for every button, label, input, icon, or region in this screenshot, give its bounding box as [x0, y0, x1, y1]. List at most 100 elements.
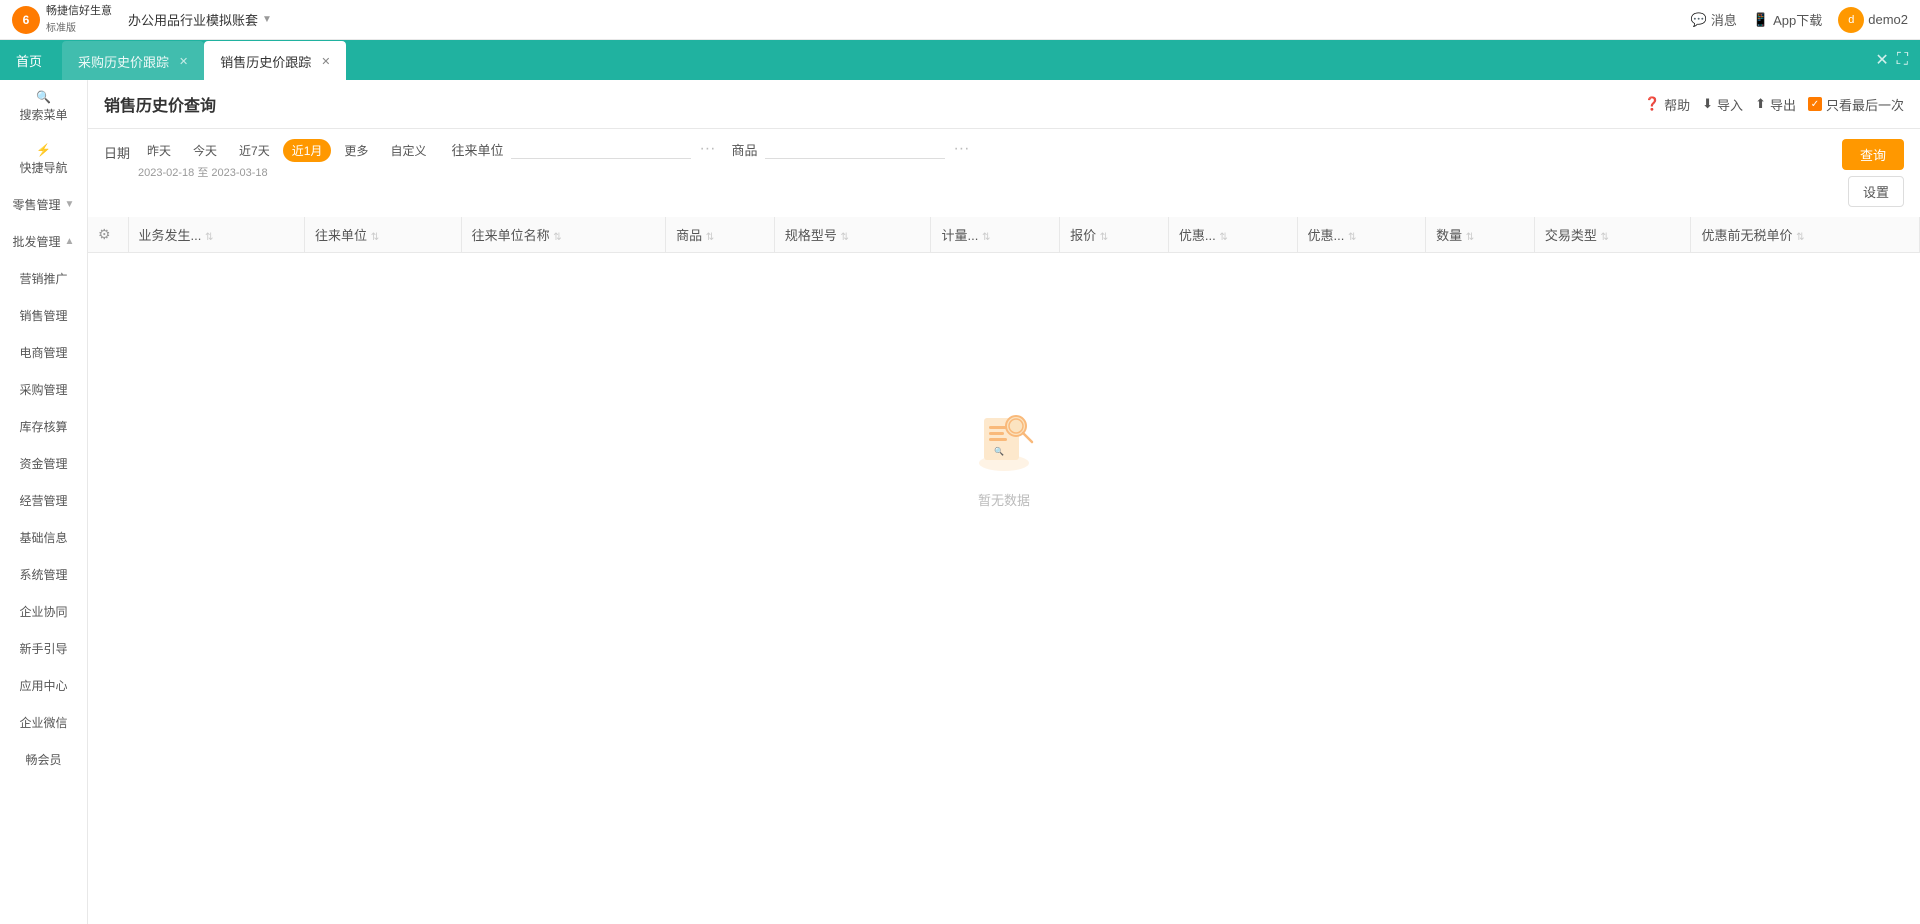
col-discount-amt[interactable]: 优惠... ⇅	[1297, 217, 1426, 253]
sidebar-item-sales-mgmt[interactable]: 销售管理	[0, 297, 87, 334]
sidebar-label-app-center: 应用中心	[19, 677, 67, 694]
sidebar-item-retail-mgmt[interactable]: 零售管理 ▼	[0, 186, 87, 223]
logo-sub: 标准版	[46, 19, 112, 34]
sidebar-item-system-mgmt[interactable]: 系统管理	[0, 556, 87, 593]
only-last-checkbox[interactable]: ✓	[1808, 97, 1822, 111]
user-action[interactable]: d demo2	[1838, 7, 1908, 33]
date-btn-today[interactable]: 今天	[184, 139, 226, 162]
sort-unit-icon: ⇅	[982, 232, 990, 243]
empty-icon: 🔍	[964, 398, 1044, 478]
date-btn-yesterday[interactable]: 昨天	[138, 139, 180, 162]
date-filter-label: 日期	[104, 139, 130, 162]
app-title: 办公用品行业模拟账套	[128, 10, 258, 29]
message-action[interactable]: 💬 消息	[1691, 10, 1737, 29]
col-pre-tax-price[interactable]: 优惠前无税单价 ⇅	[1691, 217, 1920, 253]
table-header: ⚙ 业务发生... ⇅ 往来单位 ⇅ 往来单位名称 ⇅	[88, 217, 1920, 253]
sidebar-label-retail-mgmt: 零售管理	[13, 196, 61, 213]
col-biz-date[interactable]: 业务发生... ⇅	[128, 217, 305, 253]
sidebar-label-quick-nav: 快捷导航	[19, 159, 67, 176]
col-discount-amt-label: 优惠...	[1308, 228, 1345, 243]
sidebar-item-basic-info[interactable]: 基础信息	[0, 519, 87, 556]
settings-gear-icon[interactable]: ⚙	[98, 226, 111, 242]
sidebar-item-quick-nav[interactable]: ⚡ 快捷导航	[0, 133, 87, 186]
sort-trade-type-icon: ⇅	[1601, 232, 1609, 243]
col-quantity-label: 数量	[1436, 228, 1462, 243]
goods-filter-dots[interactable]: ···	[953, 140, 969, 158]
help-action[interactable]: ❓ 帮助	[1644, 95, 1690, 114]
col-spec-label: 规格型号	[785, 228, 837, 243]
tab-bar: 首页 采购历史价跟踪 ✕ 销售历史价跟踪 ✕ ✕ ⛶	[0, 40, 1920, 80]
message-label: 消息	[1711, 10, 1737, 29]
col-spec[interactable]: 规格型号 ⇅	[774, 217, 931, 253]
message-icon: 💬	[1691, 12, 1707, 28]
close-purchase-tab-icon[interactable]: ✕	[179, 55, 188, 68]
query-button[interactable]: 查询	[1842, 139, 1904, 170]
sidebar-item-app-center[interactable]: 应用中心	[0, 667, 87, 704]
setting-button[interactable]: 设置	[1848, 176, 1904, 207]
partner-filter-input[interactable]	[511, 139, 691, 159]
sidebar-item-member[interactable]: 畅会员	[0, 741, 87, 778]
sort-partner-name-icon: ⇅	[553, 232, 561, 243]
partner-filter-dots[interactable]: ···	[699, 140, 715, 158]
sidebar-item-enterprise-wechat[interactable]: 企业微信	[0, 704, 87, 741]
sidebar-item-wholesale-mgmt[interactable]: 批发管理 ▲	[0, 223, 87, 260]
sidebar-item-ecommerce-mgmt[interactable]: 电商管理	[0, 334, 87, 371]
tab-bar-actions: ✕ ⛶	[1875, 50, 1920, 70]
col-discount-rate[interactable]: 优惠... ⇅	[1168, 217, 1297, 253]
col-quote[interactable]: 报价 ⇅	[1060, 217, 1169, 253]
col-pre-tax-price-label: 优惠前无税单价	[1701, 228, 1792, 243]
date-btn-7days[interactable]: 近7天	[230, 139, 279, 162]
tab-purchase-history[interactable]: 采购历史价跟踪 ✕	[62, 41, 204, 81]
only-last-checkbox-group[interactable]: ✓ 只看最后一次	[1808, 95, 1904, 114]
sidebar-item-finance-mgmt[interactable]: 资金管理	[0, 445, 87, 482]
sidebar-item-purchase-mgmt[interactable]: 采购管理	[0, 371, 87, 408]
sidebar-label-finance-mgmt: 资金管理	[19, 455, 67, 472]
goods-filter-input[interactable]	[765, 139, 945, 159]
search-menu-icon: 🔍	[36, 90, 51, 104]
help-label: 帮助	[1664, 95, 1690, 114]
import-icon: ⬇	[1702, 96, 1713, 112]
col-unit[interactable]: 计量... ⇅	[931, 217, 1060, 253]
tab-sales-history[interactable]: 销售历史价跟踪 ✕	[204, 41, 346, 81]
logo-icon: 6	[12, 6, 40, 34]
import-label: 导入	[1717, 95, 1743, 114]
download-icon: 📱	[1753, 12, 1769, 28]
app-selector[interactable]: 办公用品行业模拟账套 ▼	[120, 10, 280, 29]
page-title-row: 销售历史价查询 ❓ 帮助 ⬇ 导入 ⬆ 导出 ✓	[104, 92, 1904, 116]
sidebar-label-ecommerce-mgmt: 电商管理	[19, 344, 67, 361]
sidebar-item-enterprise-collab[interactable]: 企业协同	[0, 593, 87, 630]
sidebar-item-marketing[interactable]: 营销推广	[0, 260, 87, 297]
filter-row: 日期 昨天 今天 近7天 近1月 更多 自定义 2023-02-18 至 202…	[88, 129, 1920, 217]
sidebar-label-new-guide: 新手引导	[19, 640, 67, 657]
tab-purchase-label: 采购历史价跟踪	[78, 52, 169, 71]
close-window-icon[interactable]: ✕	[1875, 50, 1888, 70]
table-header-row: ⚙ 业务发生... ⇅ 往来单位 ⇅ 往来单位名称 ⇅	[88, 217, 1920, 253]
sidebar-label-ops-mgmt: 经营管理	[19, 492, 67, 509]
col-goods[interactable]: 商品 ⇅	[666, 217, 775, 253]
sidebar-label-purchase-mgmt: 采购管理	[19, 381, 67, 398]
col-trade-type[interactable]: 交易类型 ⇅	[1534, 217, 1691, 253]
import-action[interactable]: ⬇ 导入	[1702, 95, 1743, 114]
sidebar-item-new-guide[interactable]: 新手引导	[0, 630, 87, 667]
sidebar-item-ops-mgmt[interactable]: 经营管理	[0, 482, 87, 519]
col-partner-name[interactable]: 往来单位名称 ⇅	[461, 217, 665, 253]
maximize-icon[interactable]: ⛶	[1897, 51, 1908, 69]
sidebar-item-inventory[interactable]: 库存核算	[0, 408, 87, 445]
col-settings: ⚙	[88, 217, 128, 253]
date-btn-more[interactable]: 更多	[335, 139, 377, 162]
empty-text: 暂无数据	[978, 490, 1030, 509]
page-header: 销售历史价查询 ❓ 帮助 ⬇ 导入 ⬆ 导出 ✓	[88, 80, 1920, 129]
col-discount-rate-label: 优惠...	[1179, 228, 1216, 243]
tab-home[interactable]: 首页	[0, 40, 58, 80]
app-download-action[interactable]: 📱 App下载	[1753, 10, 1822, 29]
date-btn-custom[interactable]: 自定义	[381, 139, 435, 162]
sidebar-item-search-menu[interactable]: 🔍 搜索菜单	[0, 80, 87, 133]
close-sales-tab-icon[interactable]: ✕	[321, 55, 330, 68]
col-partner-code[interactable]: 往来单位 ⇅	[305, 217, 462, 253]
chevron-up-icon: ▲	[65, 236, 75, 247]
sidebar: 🔍 搜索菜单 ⚡ 快捷导航 零售管理 ▼ 批发管理 ▲ 营销推广 销售管理 电商…	[0, 80, 88, 924]
date-btn-1month[interactable]: 近1月	[283, 139, 332, 162]
export-action[interactable]: ⬆ 导出	[1755, 95, 1796, 114]
sidebar-label-wholesale-mgmt: 批发管理	[13, 233, 61, 250]
col-quantity[interactable]: 数量 ⇅	[1426, 217, 1535, 253]
